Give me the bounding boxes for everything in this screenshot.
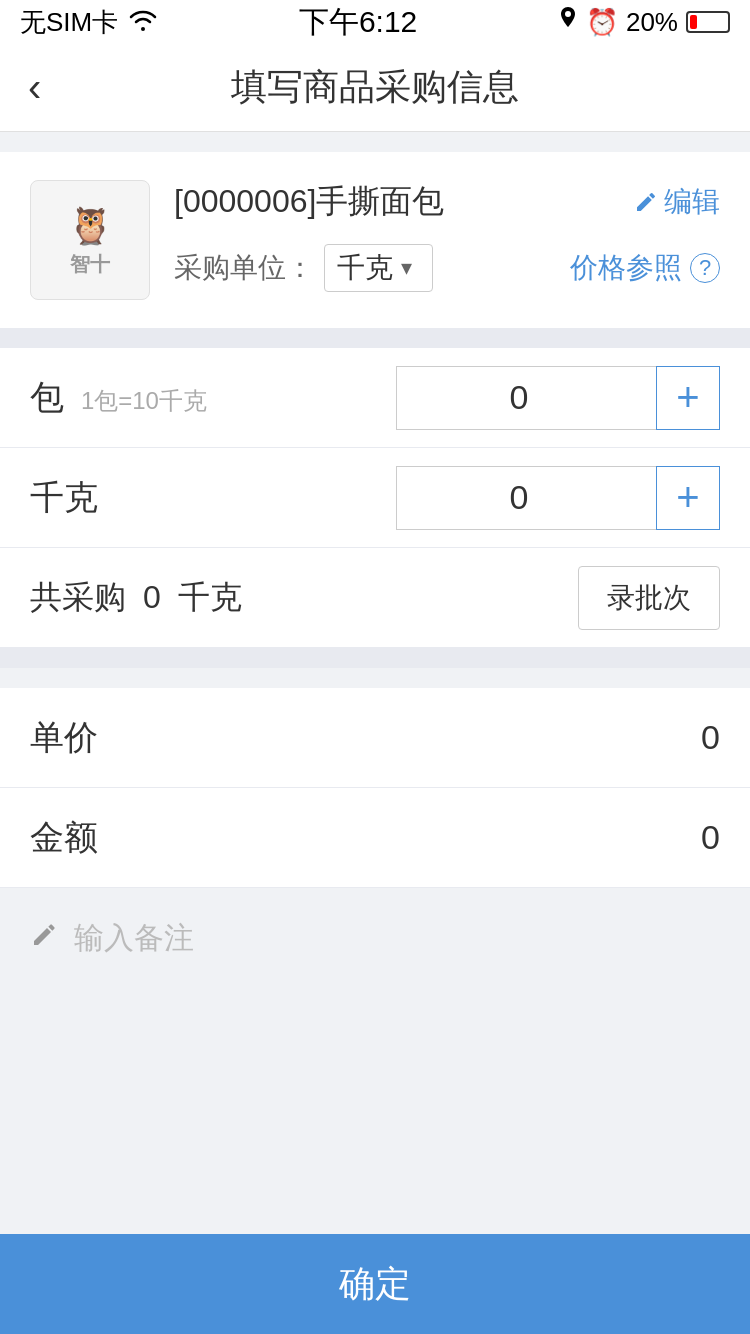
nav-bar: ‹ 填写商品采购信息 <box>0 44 750 132</box>
battery-icon <box>686 11 730 33</box>
alarm-icon: ⏰ <box>586 7 618 38</box>
bag-input-row: 包 1包=10千克 + <box>0 348 750 448</box>
kg-label-group: 千克 <box>30 475 98 521</box>
status-right: ⏰ 20% <box>558 7 730 38</box>
input-section: 包 1包=10千克 + 千克 + 共采购 0 千克 录批次 <box>0 348 750 648</box>
unit-select[interactable]: 千克 ▾ <box>324 244 433 292</box>
status-bar: 无SIM卡 下午6:12 ⏰ 20% <box>0 0 750 44</box>
amount-label: 金额 <box>30 815 98 861</box>
unit-price-row: 单价 0 <box>0 688 750 788</box>
total-unit: 千克 <box>178 579 242 615</box>
kg-label: 千克 <box>30 478 98 516</box>
kg-input-right: + <box>396 466 720 530</box>
kg-input-row: 千克 + <box>0 448 750 548</box>
bag-quantity-input[interactable] <box>396 366 656 430</box>
wifi-icon <box>128 7 158 38</box>
batch-button[interactable]: 录批次 <box>578 566 720 630</box>
status-time: 下午6:12 <box>299 2 417 43</box>
bag-input-right: + <box>396 366 720 430</box>
product-thumbnail: 🦉 智十 <box>30 180 150 300</box>
location-icon <box>558 7 578 38</box>
product-card: 🦉 智十 [0000006]手撕面包 编辑 采购单位： 千克 ▾ 价格 <box>0 152 750 328</box>
unit-label: 采购单位： 千克 ▾ <box>174 244 433 292</box>
confirm-button-label: 确定 <box>339 1260 411 1309</box>
amount-value: 0 <box>701 818 720 857</box>
price-ref-button[interactable]: 价格参照 ? <box>570 249 720 287</box>
kg-plus-button[interactable]: + <box>656 466 720 530</box>
total-row: 共采购 0 千克 录批次 <box>0 548 750 648</box>
amount-row: 金额 0 <box>0 788 750 888</box>
svg-point-0 <box>565 11 571 17</box>
price-section: 单价 0 金额 0 <box>0 688 750 888</box>
back-button[interactable]: ‹ <box>28 65 41 110</box>
price-ref-icon: ? <box>690 253 720 283</box>
total-prefix: 共采购 <box>30 579 126 615</box>
edit-button[interactable]: 编辑 <box>634 183 720 221</box>
total-text-group: 共采购 0 千克 <box>30 576 242 620</box>
notes-placeholder: 输入备注 <box>74 918 194 959</box>
notes-section[interactable]: 输入备注 <box>0 888 750 988</box>
product-name-row: [0000006]手撕面包 编辑 <box>174 180 720 224</box>
page-title: 填写商品采购信息 <box>231 63 519 112</box>
status-left: 无SIM卡 <box>20 5 158 40</box>
confirm-button[interactable]: 确定 <box>0 1234 750 1334</box>
separator-2 <box>0 648 750 668</box>
product-full-name: [0000006]手撕面包 <box>174 180 444 224</box>
pencil-icon <box>30 921 58 956</box>
product-info: [0000006]手撕面包 编辑 采购单位： 千克 ▾ 价格参照 ? <box>174 180 720 292</box>
total-amount: 0 <box>143 579 161 615</box>
bag-label-group: 包 1包=10千克 <box>30 375 207 421</box>
product-logo: 🦉 智十 <box>68 204 113 275</box>
dropdown-arrow: ▾ <box>401 255 412 281</box>
carrier-label: 无SIM卡 <box>20 5 118 40</box>
kg-quantity-input[interactable] <box>396 466 656 530</box>
unit-price-label: 单价 <box>30 715 98 761</box>
bag-label: 包 <box>30 378 64 416</box>
bag-plus-button[interactable]: + <box>656 366 720 430</box>
product-unit-row: 采购单位： 千克 ▾ 价格参照 ? <box>174 244 720 292</box>
separator-1 <box>0 328 750 348</box>
battery-percent: 20% <box>626 7 678 38</box>
bag-hint: 1包=10千克 <box>81 387 207 414</box>
unit-price-value: 0 <box>701 718 720 757</box>
